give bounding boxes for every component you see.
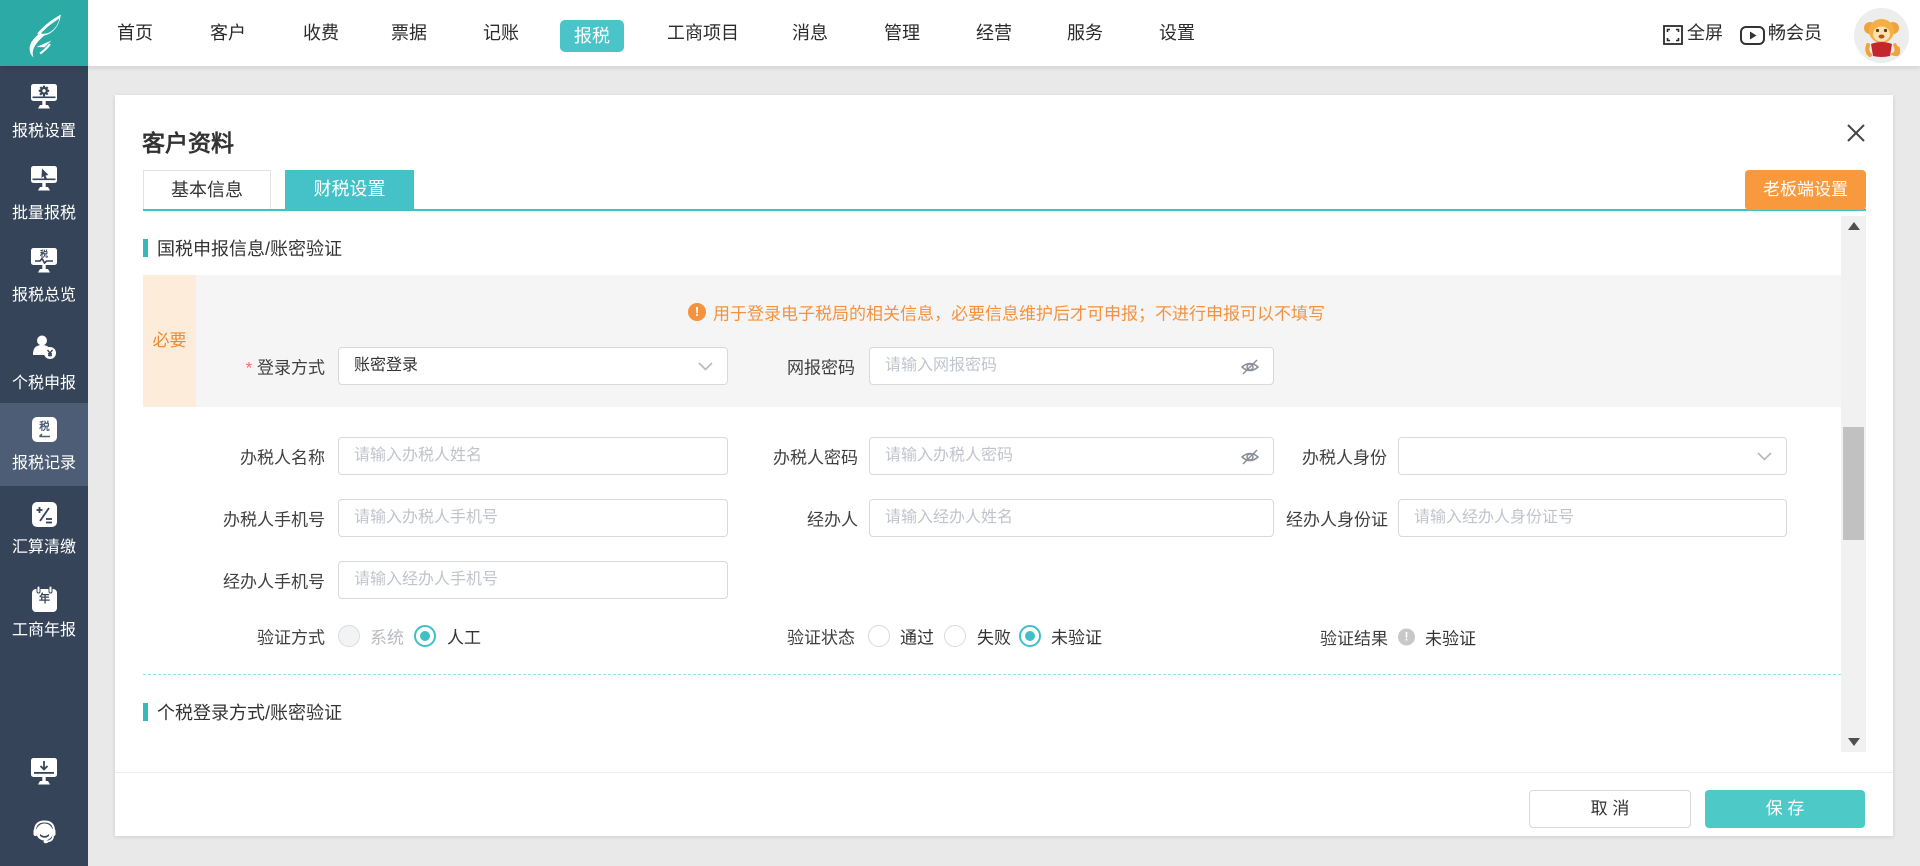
svg-text:年: 年 bbox=[39, 591, 50, 605]
svg-text:税: 税 bbox=[39, 420, 50, 433]
svg-text:税: 税 bbox=[40, 249, 48, 259]
